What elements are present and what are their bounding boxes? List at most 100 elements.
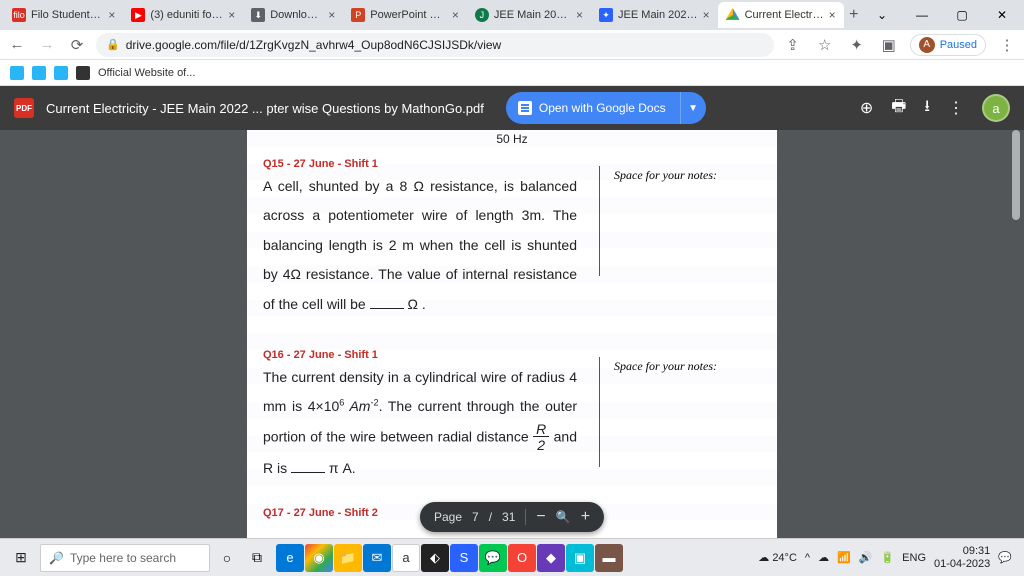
dropbox-icon[interactable]: ⬖ [421, 544, 449, 572]
window-controls: ⌄ — ▢ ✕ [864, 2, 1020, 28]
bookmark-icon[interactable] [76, 66, 90, 80]
close-icon[interactable]: × [328, 8, 335, 22]
tab-youtube[interactable]: ▶(3) eduniti formula re× [123, 2, 243, 28]
filo-icon: filo [12, 8, 26, 22]
lock-icon: 🔒 [106, 38, 120, 51]
jee-icon: J [475, 8, 489, 22]
tab-downloads[interactable]: ⬇Downloads× [243, 2, 343, 28]
star-icon[interactable]: ☆ [814, 34, 836, 56]
side-panel-icon[interactable]: ▣ [878, 34, 900, 56]
zoom-out-button[interactable]: − [536, 508, 545, 526]
close-icon[interactable]: × [829, 8, 836, 22]
url-input[interactable]: 🔒 drive.google.com/file/d/1ZrgKvgzN_avhr… [96, 33, 774, 57]
tab-current-electricity[interactable]: Current Electricity - JE× [718, 2, 844, 28]
network-icon[interactable]: 📶 [837, 551, 851, 564]
bookmark-icon[interactable] [32, 66, 46, 80]
page-current[interactable]: 7 [472, 510, 479, 524]
address-bar: ← → ⟳ 🔒 drive.google.com/file/d/1ZrgKvgz… [0, 30, 1024, 60]
weather-widget[interactable]: ☁ 24°C [758, 551, 797, 564]
maximize-button[interactable]: ▢ [944, 2, 980, 28]
onedrive-icon[interactable]: ☁ [818, 551, 829, 564]
start-button[interactable]: ⊞ [6, 543, 36, 573]
chrome-icon[interactable]: ◉ [305, 544, 333, 572]
close-icon[interactable]: × [703, 8, 710, 22]
profile-paused[interactable]: APaused [910, 34, 986, 56]
physics-icon: ✦ [599, 8, 613, 22]
tab-jee2023[interactable]: JJEE Main 2023 Chapt× [467, 2, 591, 28]
close-icon[interactable]: × [228, 8, 235, 22]
download-icon[interactable]: ⭳ [924, 95, 930, 122]
notes-label: Space for your notes: [614, 168, 717, 182]
pdf-page: 50 Hz Q15 - 27 June - Shift 1 A cell, sh… [247, 130, 777, 538]
battery-icon[interactable]: 🔋 [880, 551, 894, 564]
edge-icon[interactable]: e [276, 544, 304, 572]
zoom-fit-button[interactable]: 🔍 [556, 510, 571, 524]
app-icon[interactable]: ◆ [537, 544, 565, 572]
scrollbar-thumb[interactable] [1012, 130, 1020, 220]
file-explorer-icon[interactable]: 📁 [334, 544, 362, 572]
add-shortcut-icon[interactable]: ⊕ [860, 98, 873, 118]
language-indicator[interactable]: ENG [902, 552, 926, 564]
taskbar-search[interactable]: 🔎Type here to search [40, 544, 210, 572]
cortana-icon[interactable]: ○ [214, 545, 240, 571]
taskbar-apps: e ◉ 📁 ✉ a ⬖ S 💬 O ◆ ▣ ▬ [276, 544, 623, 572]
url-text: drive.google.com/file/d/1ZrgKvgzN_avhrw4… [126, 38, 502, 52]
open-with-dropdown[interactable]: ▼ [680, 92, 706, 124]
bookmark-icon[interactable] [10, 66, 24, 80]
tab-jee2022[interactable]: ✦JEE Main 2022 Physic× [591, 2, 718, 28]
bookmark-icon[interactable] [54, 66, 68, 80]
reload-button[interactable]: ⟳ [66, 34, 88, 56]
back-button[interactable]: ← [6, 34, 28, 56]
windows-taskbar: ⊞ 🔎Type here to search ○ ⧉ e ◉ 📁 ✉ a ⬖ S… [0, 538, 1024, 576]
more-actions-icon[interactable]: ⋮ [948, 98, 964, 118]
volume-icon[interactable]: 🔊 [859, 551, 873, 564]
drive-icon [726, 8, 740, 22]
close-icon[interactable]: × [576, 8, 583, 22]
powerpoint-icon: P [351, 8, 365, 22]
q16-label: Q16 - 27 June - Shift 1 [263, 349, 577, 361]
account-avatar[interactable]: a [982, 94, 1010, 122]
minimize-button[interactable]: — [904, 2, 940, 28]
tab-powerpoint[interactable]: PPowerPoint Presentat× [343, 2, 467, 28]
whatsapp-icon[interactable]: 💬 [479, 544, 507, 572]
app-icon[interactable]: ▬ [595, 544, 623, 572]
notes-label: Space for your notes: [614, 359, 717, 373]
pdf-viewer: 50 Hz Q15 - 27 June - Shift 1 A cell, sh… [0, 130, 1024, 538]
opera-icon[interactable]: O [508, 544, 536, 572]
bookmark-link[interactable]: Official Website of... [98, 67, 195, 79]
extensions-icon[interactable]: ✦ [846, 34, 868, 56]
app-icon[interactable]: ▣ [566, 544, 594, 572]
close-window-button[interactable]: ✕ [984, 2, 1020, 28]
mail-icon[interactable]: ✉ [363, 544, 391, 572]
document-title: Current Electricity - JEE Main 2022 ... … [46, 101, 484, 116]
docs-icon [518, 101, 532, 115]
task-view-icon[interactable]: ⧉ [244, 545, 270, 571]
q15-body: A cell, shunted by a 8 Ω resistance, is … [263, 172, 577, 319]
share-icon[interactable]: ⇪ [782, 34, 804, 56]
profile-avatar-icon: A [919, 37, 935, 53]
drive-viewer-header: PDF Current Electricity - JEE Main 2022 … [0, 86, 1024, 130]
page-controls: Page 7 / 31 − 🔍 + [420, 502, 604, 532]
close-icon[interactable]: × [108, 8, 115, 22]
q15-label: Q15 - 27 June - Shift 1 [263, 158, 577, 170]
new-tab-button[interactable]: + [844, 2, 864, 28]
scrollbar[interactable] [1010, 130, 1022, 538]
page-total: 31 [502, 510, 515, 524]
youtube-icon: ▶ [131, 8, 145, 22]
q16-body: The current density in a cylindrical wir… [263, 363, 577, 483]
app-icon[interactable]: a [392, 544, 420, 572]
tray-chevron-icon[interactable]: ^ [805, 552, 810, 564]
menu-icon[interactable]: ⋮ [996, 34, 1018, 56]
chevron-down-icon[interactable]: ⌄ [864, 2, 900, 28]
app-icon[interactable]: S [450, 544, 478, 572]
tab-filo[interactable]: filoFilo Student: World's × [4, 2, 123, 28]
notifications-icon[interactable]: 💬 [998, 551, 1012, 564]
download-icon: ⬇ [251, 8, 265, 22]
print-icon[interactable]: 🖶 [891, 95, 906, 122]
zoom-in-button[interactable]: + [581, 508, 590, 526]
open-with-docs-button[interactable]: Open with Google Docs [506, 92, 680, 124]
forward-button[interactable]: → [36, 34, 58, 56]
close-icon[interactable]: × [452, 8, 459, 22]
browser-tabs: filoFilo Student: World's × ▶(3) eduniti… [0, 0, 1024, 30]
clock[interactable]: 09:3101-04-2023 [934, 545, 990, 570]
